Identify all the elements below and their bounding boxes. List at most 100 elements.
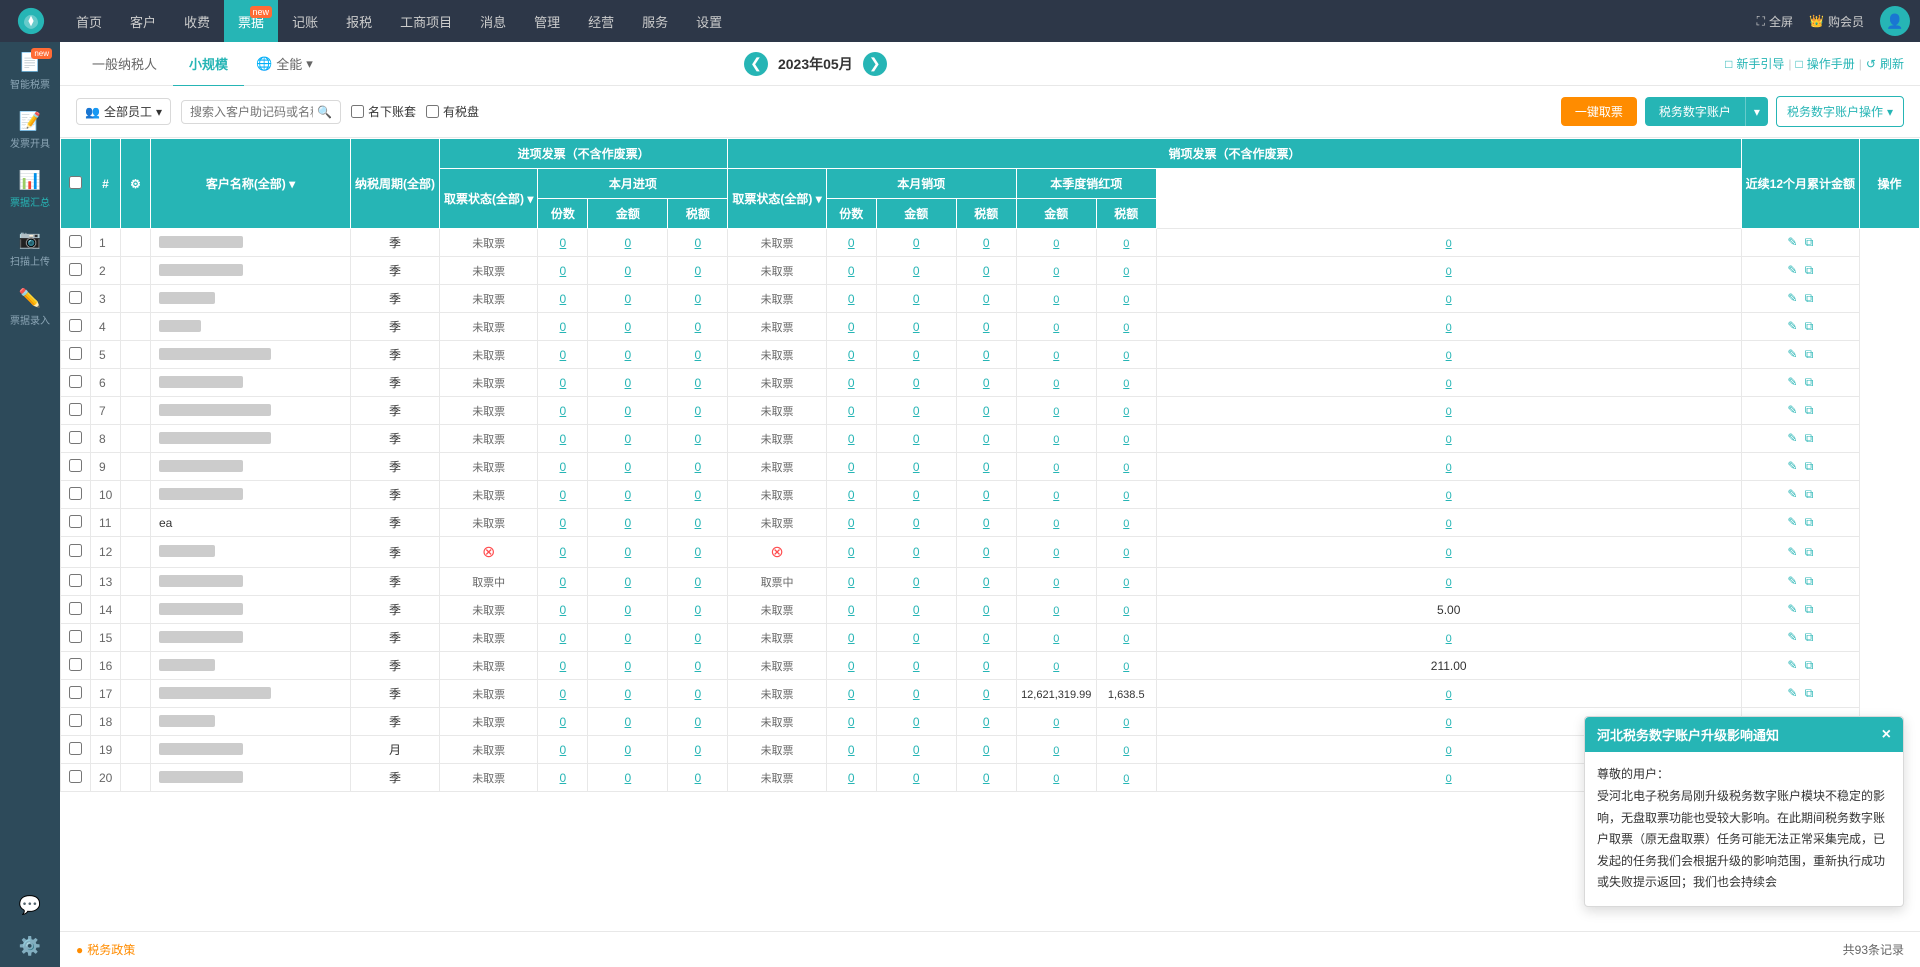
nav-service[interactable]: 服务: [628, 0, 682, 42]
sidebar-item-scan-upload[interactable]: 📷 扫描上传: [0, 219, 60, 278]
row-checkbox[interactable]: [61, 397, 91, 425]
tab-all[interactable]: 🌐 全能 ▾: [244, 42, 325, 86]
row-checkbox[interactable]: [61, 537, 91, 568]
nav-client[interactable]: 客户: [116, 0, 170, 42]
row-checkbox[interactable]: [61, 652, 91, 680]
digital-account-ops-btn[interactable]: 税务数字账户操作 ▾: [1776, 96, 1904, 127]
edit-btn[interactable]: ✎: [1787, 574, 1797, 588]
copy-btn[interactable]: ⧉: [1805, 602, 1814, 616]
copy-btn[interactable]: ⧉: [1805, 291, 1814, 305]
copy-btn[interactable]: ⧉: [1805, 375, 1814, 389]
notification-close-btn[interactable]: ×: [1882, 726, 1891, 744]
edit-btn[interactable]: ✎: [1787, 602, 1797, 616]
my-accounts-checkbox[interactable]: [351, 105, 364, 118]
nav-message[interactable]: 消息: [466, 0, 520, 42]
nav-operation[interactable]: 经营: [574, 0, 628, 42]
edit-btn[interactable]: ✎: [1787, 375, 1797, 389]
next-date-btn[interactable]: ❯: [863, 52, 887, 76]
copy-btn[interactable]: ⧉: [1805, 347, 1814, 361]
th-tax-period[interactable]: 纳税周期(全部): [351, 139, 440, 229]
new-guide-link[interactable]: 新手引导: [1736, 55, 1784, 72]
row-checkbox[interactable]: [61, 680, 91, 708]
nav-home[interactable]: 首页: [62, 0, 116, 42]
edit-btn[interactable]: ✎: [1787, 403, 1797, 417]
digital-account-btn[interactable]: 税务数字账户: [1645, 97, 1745, 126]
sidebar-item-ticket-entry[interactable]: ✏️ 票据录入: [0, 278, 60, 337]
search-input[interactable]: [190, 105, 313, 119]
select-all-checkbox[interactable]: [69, 176, 82, 189]
sidebar-item-gear[interactable]: ⚙️: [0, 926, 60, 967]
copy-btn[interactable]: ⧉: [1805, 487, 1814, 501]
nav-business[interactable]: 工商项目: [386, 0, 466, 42]
copy-btn[interactable]: ⧉: [1805, 545, 1814, 559]
edit-btn[interactable]: ✎: [1787, 235, 1797, 249]
copy-btn[interactable]: ⧉: [1805, 658, 1814, 672]
row-checkbox[interactable]: [61, 596, 91, 624]
operation-manual-link[interactable]: 操作手册: [1807, 55, 1855, 72]
copy-btn[interactable]: ⧉: [1805, 574, 1814, 588]
edit-btn[interactable]: ✎: [1787, 487, 1797, 501]
copy-btn[interactable]: ⧉: [1805, 319, 1814, 333]
sidebar-item-smart-ticket[interactable]: 📄 智能税票 new: [0, 42, 60, 101]
th-out-fetch-status[interactable]: 取票状态(全部) ▾: [728, 169, 826, 229]
app-logo[interactable]: [10, 0, 52, 42]
tab-small-scale[interactable]: 小规模: [173, 43, 244, 87]
edit-btn[interactable]: ✎: [1787, 545, 1797, 559]
copy-btn[interactable]: ⧉: [1805, 686, 1814, 700]
row-checkbox[interactable]: [61, 229, 91, 257]
copy-btn[interactable]: ⧉: [1805, 630, 1814, 644]
copy-btn[interactable]: ⧉: [1805, 459, 1814, 473]
nav-tax[interactable]: 报税: [332, 0, 386, 42]
edit-btn[interactable]: ✎: [1787, 630, 1797, 644]
one-click-fetch-btn[interactable]: 一键取票: [1561, 97, 1637, 126]
vip-btn[interactable]: 👑 购会员: [1809, 13, 1864, 30]
nav-ticket[interactable]: 票据 new: [224, 0, 278, 42]
user-avatar[interactable]: 👤: [1880, 6, 1910, 36]
copy-btn[interactable]: ⧉: [1805, 431, 1814, 445]
edit-btn[interactable]: ✎: [1787, 515, 1797, 529]
sidebar-item-invoice-open[interactable]: 📝 发票开具: [0, 101, 60, 160]
nav-fee[interactable]: 收费: [170, 0, 224, 42]
nav-manage[interactable]: 管理: [520, 0, 574, 42]
th-in-fetch-status[interactable]: 取票状态(全部) ▾: [440, 169, 538, 229]
nav-settings[interactable]: 设置: [682, 0, 736, 42]
tab-general-taxpayer[interactable]: 一般纳税人: [76, 43, 173, 87]
row-checkbox[interactable]: [61, 425, 91, 453]
edit-btn[interactable]: ✎: [1787, 459, 1797, 473]
row-checkbox[interactable]: [61, 736, 91, 764]
row-checkbox[interactable]: [61, 624, 91, 652]
edit-btn[interactable]: ✎: [1787, 291, 1797, 305]
row-checkbox[interactable]: [61, 764, 91, 792]
row-checkbox[interactable]: [61, 285, 91, 313]
my-accounts-filter[interactable]: 名下账套: [351, 103, 416, 120]
fullscreen-btn[interactable]: ⛶ 全屏: [1757, 13, 1793, 30]
edit-btn[interactable]: ✎: [1787, 658, 1797, 672]
row-checkbox[interactable]: [61, 568, 91, 596]
row-checkbox[interactable]: [61, 481, 91, 509]
sidebar-item-chat[interactable]: 💬: [0, 885, 60, 926]
tax-policy-link[interactable]: 税务政策: [87, 941, 135, 958]
row-checkbox[interactable]: [61, 708, 91, 736]
row-checkbox[interactable]: [61, 257, 91, 285]
edit-btn[interactable]: ✎: [1787, 431, 1797, 445]
copy-btn[interactable]: ⧉: [1805, 403, 1814, 417]
sidebar-item-ticket-summary[interactable]: 📊 票据汇总: [0, 160, 60, 219]
row-checkbox[interactable]: [61, 369, 91, 397]
employee-filter[interactable]: 👥 全部员工 ▾: [76, 98, 171, 125]
th-client-name[interactable]: 客户名称(全部) ▾: [151, 139, 351, 229]
row-checkbox[interactable]: [61, 509, 91, 537]
copy-btn[interactable]: ⧉: [1805, 515, 1814, 529]
has-tax-disk-checkbox[interactable]: [426, 105, 439, 118]
row-checkbox[interactable]: [61, 313, 91, 341]
prev-date-btn[interactable]: ❮: [744, 52, 768, 76]
edit-btn[interactable]: ✎: [1787, 347, 1797, 361]
nav-accounting[interactable]: 记账: [278, 0, 332, 42]
row-checkbox[interactable]: [61, 341, 91, 369]
digital-account-dropdown-btn[interactable]: ▾: [1745, 97, 1768, 126]
copy-btn[interactable]: ⧉: [1805, 235, 1814, 249]
has-tax-disk-filter[interactable]: 有税盘: [426, 103, 479, 120]
refresh-link[interactable]: 刷新: [1880, 55, 1904, 72]
edit-btn[interactable]: ✎: [1787, 263, 1797, 277]
edit-btn[interactable]: ✎: [1787, 686, 1797, 700]
copy-btn[interactable]: ⧉: [1805, 263, 1814, 277]
